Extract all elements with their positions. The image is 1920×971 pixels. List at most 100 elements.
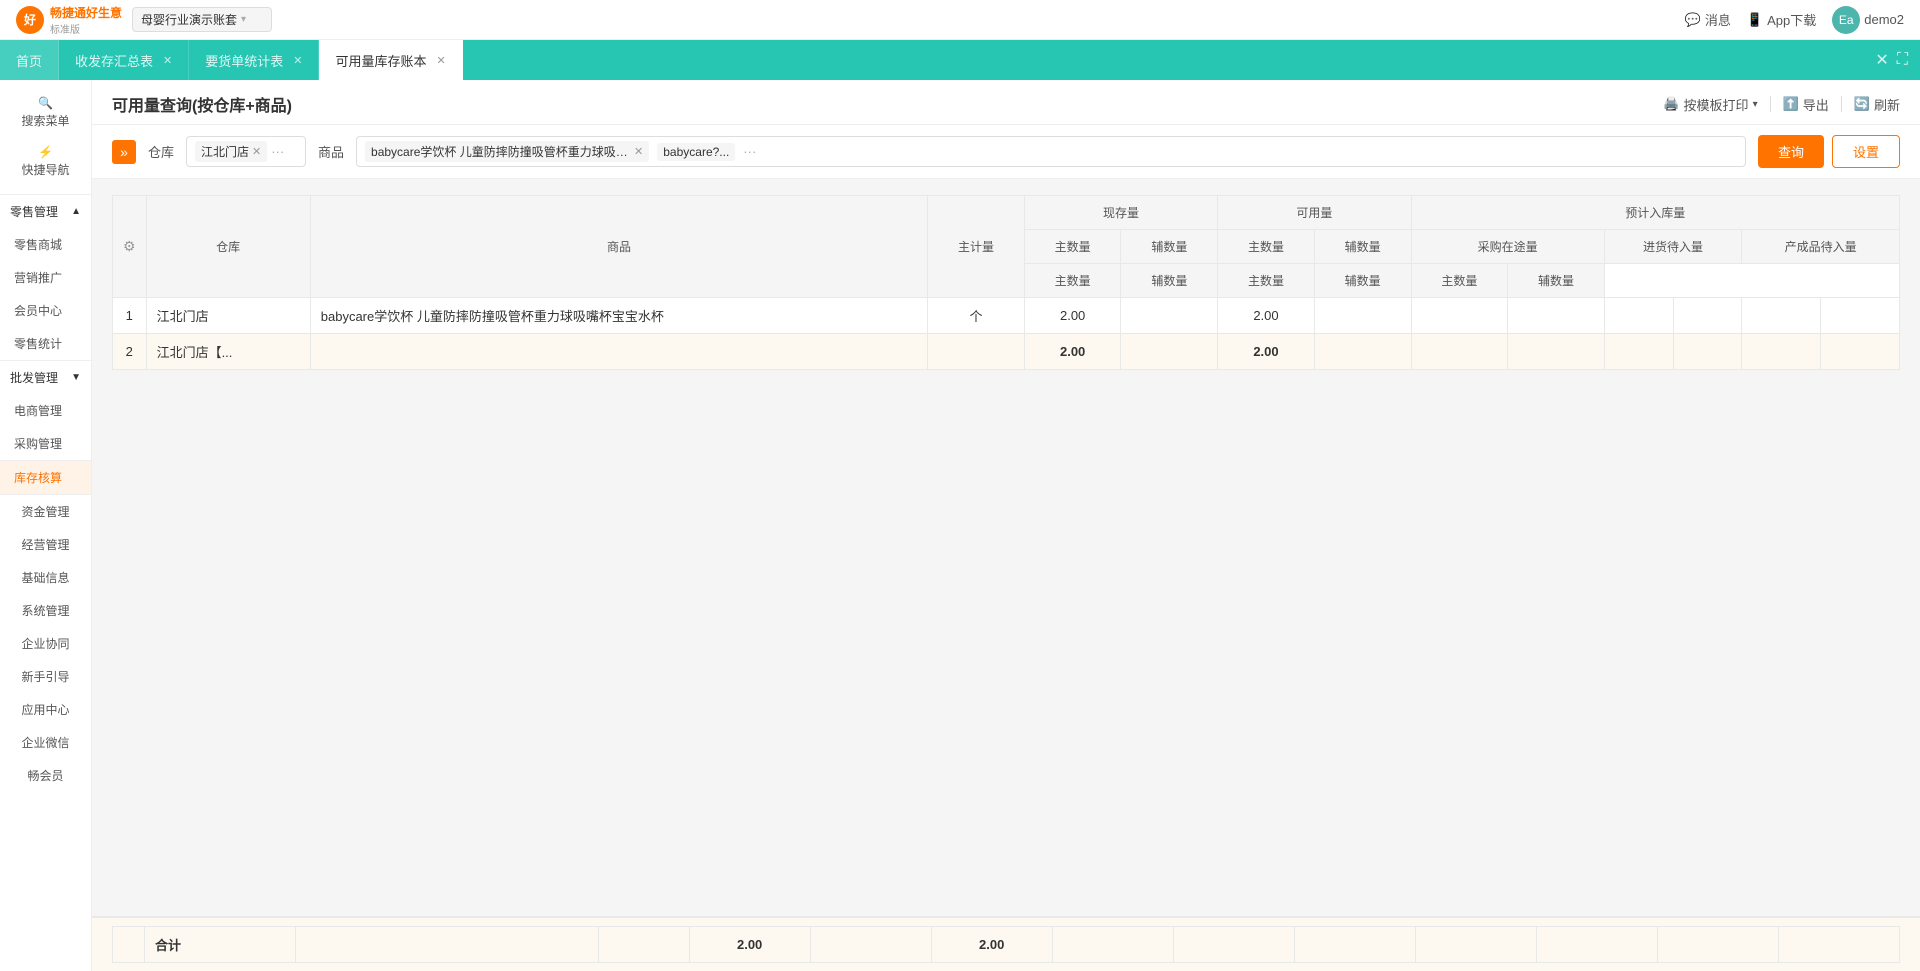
table-cell: 个 [928, 298, 1025, 334]
table-cell: babycare学饮杯 儿童防摔防撞吸管杯重力球吸嘴杯宝宝水杯 [310, 298, 927, 334]
export-btn[interactable]: ⬆️ 导出 [1783, 95, 1829, 114]
tab-order-stats-close[interactable]: ✕ [293, 54, 302, 67]
tab-home[interactable]: 首页 [0, 40, 59, 80]
product-input[interactable]: babycare学饮杯 儿童防摔防撞吸管杯重力球吸嘴杯宝宝水杯 ✕ babyca… [356, 136, 1746, 167]
divider1 [1770, 96, 1771, 112]
query-button[interactable]: 查询 [1758, 135, 1824, 168]
warehouse-ellipsis[interactable]: ··· [271, 144, 284, 159]
refresh-btn[interactable]: 🔄 刷新 [1854, 95, 1900, 114]
logo-icon: 好 [16, 6, 44, 34]
table-cell: 1 [113, 298, 147, 334]
logo-subtitle: 标准版 [50, 21, 122, 36]
sidebar-item-finance[interactable]: 资金管理 [0, 495, 91, 528]
sidebar-item-inventory[interactable]: 库存核算 [0, 461, 91, 494]
sidebar-item-marketing[interactable]: 营销推广 [0, 261, 91, 294]
message-btn[interactable]: 💬 消息 [1685, 10, 1731, 29]
tab-spacer [463, 40, 1864, 80]
sidebar-item-search[interactable]: 🔍 搜索菜单 [0, 88, 91, 137]
table-cell [1411, 298, 1508, 334]
th-stock-main: 主数量 [1024, 230, 1121, 264]
table-footer: 合计 2.00 2.00 [92, 916, 1920, 971]
tab-expand-icon[interactable]: ⛶ [1897, 51, 1908, 69]
logo-text-block: 畅捷通好生意 标准版 [50, 4, 122, 36]
sidebar-item-new-guide[interactable]: 新手引导 [0, 660, 91, 693]
sidebar-item-retail-stats[interactable]: 零售统计 [0, 327, 91, 360]
top-bar-left: 好 畅捷通好生意 标准版 母婴行业演示账套 ▾ [16, 4, 272, 36]
quick-nav-icon: ⚡ [38, 145, 53, 159]
warehouse-tag-remove[interactable]: ✕ [252, 145, 261, 158]
sidebar-item-enterprise[interactable]: 企业协同 [0, 627, 91, 660]
th-purchase-group: 采购在途量 [1411, 230, 1604, 264]
sidebar-item-member2[interactable]: 畅会员 [0, 759, 91, 792]
sidebar-item-system-label: 系统管理 [21, 604, 69, 618]
logo-title: 畅捷通好生意 [50, 4, 122, 21]
th-production-main: 主数量 [1411, 264, 1508, 298]
table-cell [1673, 334, 1742, 370]
warehouse-input[interactable]: 江北门店 ✕ ··· [186, 136, 306, 167]
sidebar-section-retail-header[interactable]: 零售管理 ▲ [0, 195, 91, 228]
sidebar-item-wechat[interactable]: 企业微信 [0, 726, 91, 759]
app-download-icon: 📱 [1747, 12, 1763, 28]
refresh-icon: 🔄 [1854, 96, 1870, 112]
filter-toggle-btn[interactable]: » [112, 140, 136, 164]
table-cell [1314, 298, 1411, 334]
sidebar-top-nav: 🔍 搜索菜单 ⚡ 快捷导航 [0, 80, 91, 195]
tab-close-all-icon[interactable]: ✕ [1875, 50, 1888, 70]
sidebar-section-wholesale: 批发管理 ▼ 电商管理 采购管理 [0, 361, 91, 461]
app-download-btn[interactable]: 📱 App下载 [1747, 10, 1816, 29]
product-ellipsis[interactable]: ··· [743, 144, 756, 159]
user-area[interactable]: Ea demo2 [1832, 6, 1904, 34]
sidebar-item-ecommerce[interactable]: 电商管理 [0, 394, 91, 427]
sidebar-item-procurement[interactable]: 采购管理 [0, 427, 91, 460]
tab-available-stock[interactable]: 可用量库存账本 ✕ [319, 40, 462, 80]
sidebar-item-basic-info[interactable]: 基础信息 [0, 561, 91, 594]
product-tag1-remove[interactable]: ✕ [634, 145, 643, 158]
table-cell [1821, 298, 1900, 334]
sidebar-item-ecommerce-label: 电商管理 [14, 404, 62, 418]
product-tag1: babycare学饮杯 儿童防摔防撞吸管杯重力球吸嘴杯宝宝水杯 ✕ [365, 141, 649, 162]
settings-icon[interactable]: ⚙ [123, 238, 136, 254]
sidebar-item-marketing-label: 营销推广 [14, 271, 62, 285]
tab-receive-summary[interactable]: 收发存汇总表 ✕ [59, 40, 189, 80]
th-settings[interactable]: ⚙ [113, 196, 147, 298]
sidebar-item-wechat-label: 企业微信 [21, 736, 69, 750]
tab-order-stats-label: 要货单统计表 [205, 51, 283, 70]
th-unit: 主计量 [928, 196, 1025, 298]
table-cell [1508, 334, 1605, 370]
nav-tabs: 首页 收发存汇总表 ✕ 要货单统计表 ✕ 可用量库存账本 ✕ ✕ ⛶ [0, 40, 1920, 80]
th-incoming-group: 进货待入量 [1604, 230, 1741, 264]
sidebar-item-operations-label: 经营管理 [21, 538, 69, 552]
sidebar-section-wholesale-header[interactable]: 批发管理 ▼ [0, 361, 91, 394]
sidebar-item-member-label: 会员中心 [14, 304, 62, 318]
table-cell [1121, 298, 1218, 334]
sidebar: 🔍 搜索菜单 ⚡ 快捷导航 零售管理 ▲ 零售商城 营销推广 会员中心 [0, 80, 92, 971]
table-cell [1411, 334, 1508, 370]
th-stock-group: 现存量 [1024, 196, 1217, 230]
org-selector[interactable]: 母婴行业演示账套 ▾ [132, 7, 272, 32]
setting-button[interactable]: 设置 [1832, 135, 1900, 168]
th-product: 商品 [310, 196, 927, 298]
search-icon: 🔍 [38, 96, 53, 110]
th-forecast-group: 预计入库量 [1411, 196, 1900, 230]
tab-order-stats[interactable]: 要货单统计表 ✕ [189, 40, 319, 80]
footer-label: 合计 [145, 927, 296, 963]
sidebar-item-retail-mall-label: 零售商城 [14, 238, 62, 252]
divider2 [1841, 96, 1842, 112]
table-cell: 江北门店【... [146, 334, 310, 370]
sidebar-item-member[interactable]: 会员中心 [0, 294, 91, 327]
logo-area: 好 畅捷通好生意 标准版 [16, 4, 122, 36]
sidebar-item-retail-mall[interactable]: 零售商城 [0, 228, 91, 261]
tab-receive-summary-close[interactable]: ✕ [163, 54, 172, 67]
sidebar-item-system[interactable]: 系统管理 [0, 594, 91, 627]
table-cell: 2.00 [1218, 334, 1315, 370]
sidebar-search-label: 搜索菜单 [21, 112, 69, 129]
sidebar-item-app-center[interactable]: 应用中心 [0, 693, 91, 726]
sidebar-item-quick-nav[interactable]: ⚡ 快捷导航 [0, 137, 91, 186]
th-stock-aux: 辅数量 [1121, 230, 1218, 264]
table-cell: 2 [113, 334, 147, 370]
tab-available-stock-close[interactable]: ✕ [437, 54, 446, 67]
th-incoming-main: 主数量 [1218, 264, 1315, 298]
print-btn[interactable]: 🖨️ 按模板打印 ▾ [1663, 95, 1757, 114]
sidebar-item-operations[interactable]: 经营管理 [0, 528, 91, 561]
filter-toggle-icon: » [120, 144, 128, 160]
